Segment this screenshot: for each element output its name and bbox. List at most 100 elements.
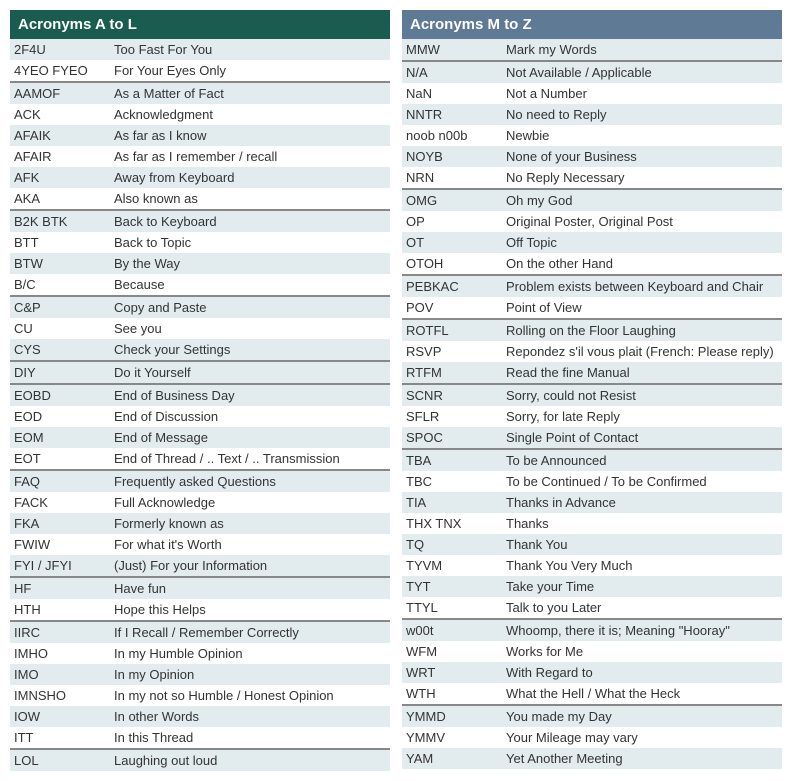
header-a-to-l: Acronyms A to L [10,10,390,39]
acronym-cell: TTYL [406,600,506,615]
meaning-cell: Not Available / Applicable [506,65,778,80]
table-row: OTOHOn the other Hand [402,253,782,274]
meaning-cell: As far as I remember / recall [114,149,386,164]
acronym-cell: MMW [406,42,506,57]
meaning-cell: For Your Eyes Only [114,63,386,78]
table-row: SFLRSorry, for late Reply [402,406,782,427]
letter-group: w00tWhoomp, there it is; Meaning "Hooray… [402,618,782,704]
acronym-cell: RTFM [406,365,506,380]
table-row: TIAThanks in Advance [402,492,782,513]
table-row: YAMYet Another Meeting [402,748,782,769]
acronym-cell: DIY [14,365,114,380]
table-row: WFMWorks for Me [402,641,782,662]
table-row: OTOff Topic [402,232,782,253]
acronym-cell: FAQ [14,474,114,489]
acronym-cell: BTW [14,256,114,271]
meaning-cell: Frequently asked Questions [114,474,386,489]
meaning-cell: Sorry, for late Reply [506,409,778,424]
acronym-cell: IMO [14,667,114,682]
letter-group: YMMDYou made my DayYMMVYour Mileage may … [402,704,782,769]
acronym-cell: 2F4U [14,42,114,57]
table-row: CYSCheck your Settings [10,339,390,360]
table-row: AFAIKAs far as I know [10,125,390,146]
table-row: TYVMThank You Very Much [402,555,782,576]
meaning-cell: Point of View [506,300,778,315]
meaning-cell: As a Matter of Fact [114,86,386,101]
meaning-cell: Too Fast For You [114,42,386,57]
acronym-cell: IMHO [14,646,114,661]
meaning-cell: In my Humble Opinion [114,646,386,661]
meaning-cell: Back to Keyboard [114,214,386,229]
table-row: RTFMRead the fine Manual [402,362,782,383]
meaning-cell: Full Acknowledge [114,495,386,510]
meaning-cell: Rolling on the Floor Laughing [506,323,778,338]
table-row: IIRCIf I Recall / Remember Correctly [10,622,390,643]
acronym-cell: TBA [406,453,506,468]
acronym-cell: IMNSHO [14,688,114,703]
letter-group: ROTFLRolling on the Floor Laughing RSVPRe… [402,318,782,383]
table-row: RSVPRepondez s'il vous plait (French: Pl… [402,341,782,362]
meaning-cell: Thank You [506,537,778,552]
table-row: PEBKACProblem exists between Keyboard an… [402,276,782,297]
acronym-cell: B/C [14,277,114,292]
meaning-cell: Do it Yourself [114,365,386,380]
meaning-cell: (Just) For your Information [114,558,386,573]
table-row: FACKFull Acknowledge [10,492,390,513]
letter-group: C&PCopy and PasteCUSee youCYSCheck your … [10,295,390,360]
acronym-cell: NNTR [406,107,506,122]
table-row: FKAFormerly known as [10,513,390,534]
acronym-cell: THX TNX [406,516,506,531]
acronym-cell: OMG [406,193,506,208]
table-row: SCNRSorry, could not Resist [402,385,782,406]
acronym-cell: SCNR [406,388,506,403]
meaning-cell: Talk to you Later [506,600,778,615]
acronym-cell: BTT [14,235,114,250]
header-m-to-z: Acronyms M to Z [402,10,782,39]
acronym-cell: IOW [14,709,114,724]
acronym-cell: FYI / JFYI [14,558,114,573]
meaning-cell: To be Continued / To be Confirmed [506,474,778,489]
meaning-cell: By the Way [114,256,386,271]
meaning-cell: Also known as [114,191,386,206]
table-row: HTHHope this Helps [10,599,390,620]
meaning-cell: Newbie [506,128,778,143]
table-row: AFKAway from Keyboard [10,167,390,188]
table-row: YMMDYou made my Day [402,706,782,727]
table-row: OMGOh my God [402,190,782,211]
acronym-cell: SFLR [406,409,506,424]
column-a-to-l: Acronyms A to L 2F4UToo Fast For You4YEO… [10,10,390,771]
table-row: CUSee you [10,318,390,339]
letter-group: MMWMark my Words [402,39,782,60]
table-row: BTTBack to Topic [10,232,390,253]
meaning-cell: End of Business Day [114,388,386,403]
table-row: TBCTo be Continued / To be Confirmed [402,471,782,492]
acronym-cell: WFM [406,644,506,659]
acronym-cell: AKA [14,191,114,206]
meaning-cell: Take your Time [506,579,778,594]
acronym-cell: EOBD [14,388,114,403]
acronym-cell: OTOH [406,256,506,271]
table-row: NOYBNone of your Business [402,146,782,167]
table-row: TBATo be Announced [402,450,782,471]
table-row: WRTWith Regard to [402,662,782,683]
table-row: WTHWhat the Hell / What the Heck [402,683,782,704]
table-row: BTWBy the Way [10,253,390,274]
meaning-cell: End of Discussion [114,409,386,424]
meaning-cell: What the Hell / What the Heck [506,686,778,701]
acronym-cell: ACK [14,107,114,122]
letter-group: EOBDEnd of Business DayEODEnd of Discuss… [10,383,390,469]
table-row: AFAIRAs far as I remember / recall [10,146,390,167]
table-row: ACKAcknowledgment [10,104,390,125]
meaning-cell: In my Opinion [114,667,386,682]
table-row: AKAAlso known as [10,188,390,209]
meaning-cell: End of Thread / .. Text / .. Transmissio… [114,451,386,466]
letter-group: N/ANot Available / ApplicableNaNNot a Nu… [402,60,782,188]
meaning-cell: For what it's Worth [114,537,386,552]
table-row: IMNSHOIn my not so Humble / Honest Opini… [10,685,390,706]
meaning-cell: Laughing out loud [114,753,386,768]
meaning-cell: Yet Another Meeting [506,751,778,766]
acronym-cell: FKA [14,516,114,531]
acronym-cell: TYT [406,579,506,594]
acronym-cell: ROTFL [406,323,506,338]
meaning-cell: If I Recall / Remember Correctly [114,625,386,640]
